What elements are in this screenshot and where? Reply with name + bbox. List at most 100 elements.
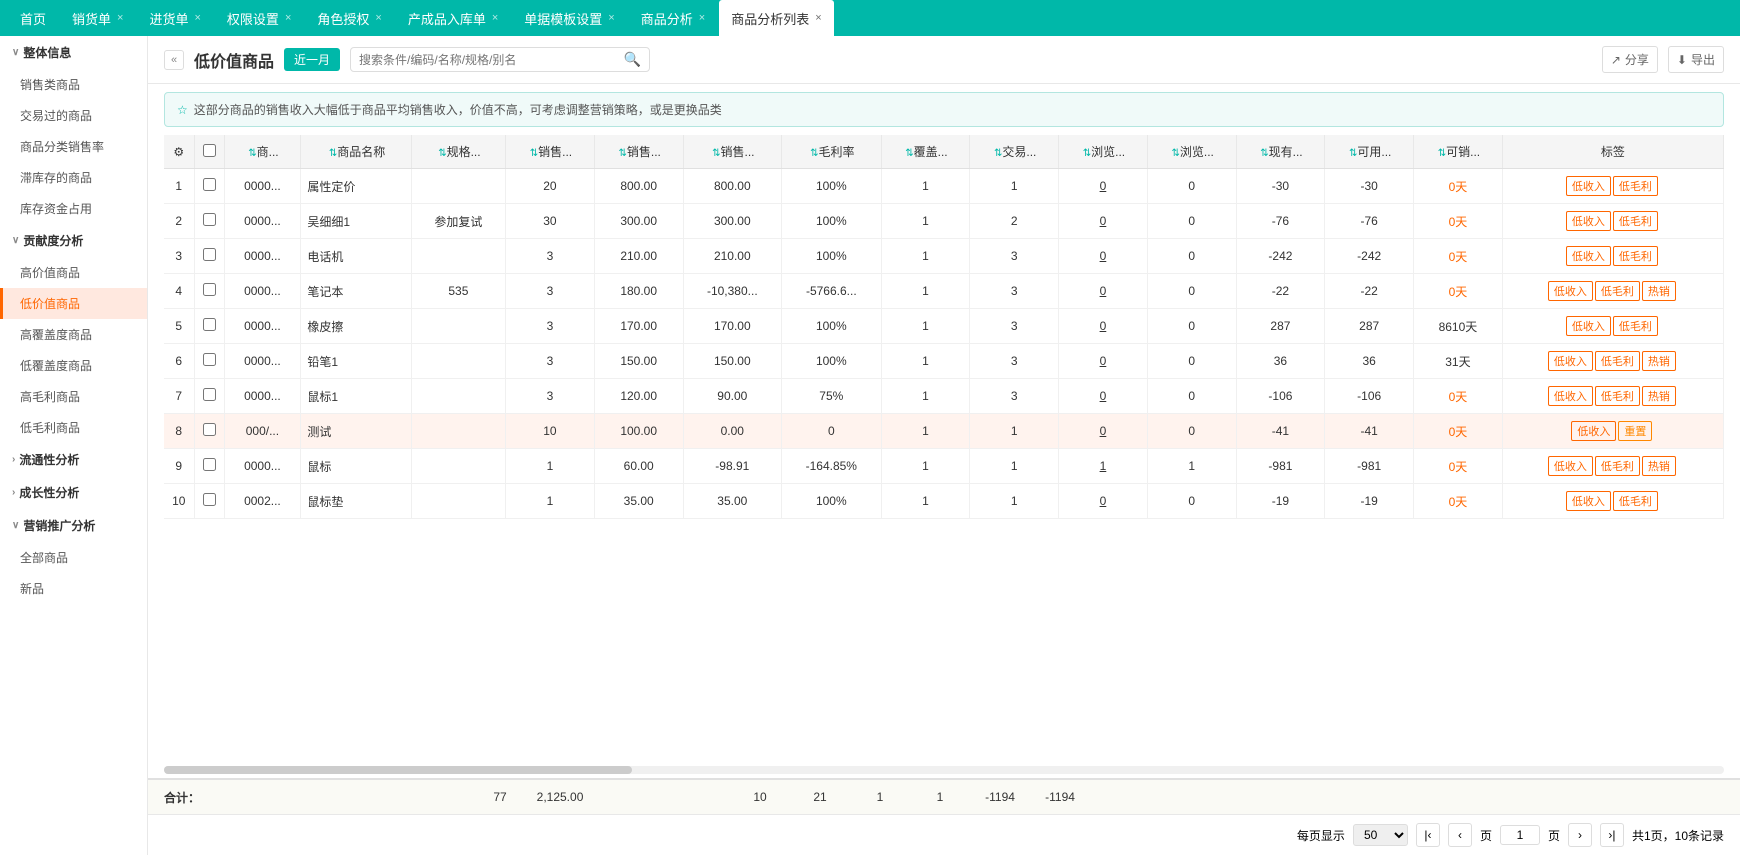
tag-badge: 热销 — [1642, 456, 1676, 476]
col-current[interactable]: ⇅现有... — [1236, 135, 1325, 169]
nav-template[interactable]: 单据模板设置 × — [512, 0, 626, 36]
row-checkbox[interactable] — [203, 318, 216, 331]
row-checkbox[interactable] — [203, 283, 216, 296]
sidebar-item-low-coverage[interactable]: 低覆盖度商品 — [0, 350, 147, 381]
cell-checkbox[interactable] — [194, 204, 224, 239]
col-tags[interactable]: 标签 — [1502, 135, 1723, 169]
cell-checkbox[interactable] — [194, 449, 224, 484]
col-sellable[interactable]: ⇅可销... — [1414, 135, 1503, 169]
cell-checkbox[interactable] — [194, 169, 224, 204]
nav-goods-analysis[interactable]: 商品分析 × — [629, 0, 717, 36]
col-gear[interactable]: ⚙ — [164, 135, 194, 169]
sidebar-group-contribution[interactable]: ∨ 贡献度分析 — [0, 224, 147, 257]
row-checkbox[interactable] — [203, 458, 216, 471]
cell-browse1[interactable]: 0 — [1059, 414, 1148, 449]
col-coverage[interactable]: ⇅覆盖... — [881, 135, 970, 169]
date-filter-button[interactable]: 近一月 — [284, 48, 340, 71]
collapse-sidebar-button[interactable]: « — [164, 50, 184, 70]
cell-no: 10 — [164, 484, 194, 519]
row-checkbox[interactable] — [203, 248, 216, 261]
cell-checkbox[interactable] — [194, 274, 224, 309]
sidebar-group-marketing[interactable]: ∨ 营销推广分析 — [0, 509, 147, 542]
cell-browse1[interactable]: 0 — [1059, 204, 1148, 239]
nav-product-stock[interactable]: 产成品入库单 × — [396, 0, 510, 36]
search-icon[interactable]: 🔍 — [624, 51, 641, 68]
first-page-button[interactable]: |‹ — [1416, 823, 1440, 847]
cell-checkbox[interactable] — [194, 344, 224, 379]
cell-checkbox[interactable] — [194, 484, 224, 519]
prev-page-button[interactable]: ‹ — [1448, 823, 1472, 847]
cell-browse1[interactable]: 0 — [1059, 344, 1148, 379]
cell-browse1[interactable]: 1 — [1059, 449, 1148, 484]
close-icon[interactable]: × — [608, 12, 614, 24]
close-icon[interactable]: × — [117, 12, 123, 24]
row-checkbox[interactable] — [203, 353, 216, 366]
close-icon[interactable]: × — [375, 12, 381, 24]
col-sales-qty[interactable]: ⇅销售... — [506, 135, 595, 169]
sidebar-item-slow-goods[interactable]: 滞库存的商品 — [0, 162, 147, 193]
page-size-select[interactable]: 50 100 — [1353, 824, 1408, 846]
row-checkbox[interactable] — [203, 388, 216, 401]
cell-checkbox[interactable] — [194, 379, 224, 414]
nav-role-auth[interactable]: 角色授权 × — [305, 0, 393, 36]
browse-link[interactable]: 1 — [1100, 459, 1107, 473]
sidebar-group-growth[interactable]: › 成长性分析 — [0, 476, 147, 509]
share-button[interactable]: ↗ 分享 — [1602, 46, 1658, 73]
cell-browse1[interactable]: 0 — [1059, 239, 1148, 274]
col-sales-amount[interactable]: ⇅销售... — [594, 135, 683, 169]
col-spec[interactable]: ⇅规格... — [411, 135, 505, 169]
col-sales-profit[interactable]: ⇅销售... — [683, 135, 781, 169]
cell-checkbox[interactable] — [194, 414, 224, 449]
col-browse1[interactable]: ⇅浏览... — [1059, 135, 1148, 169]
select-all-checkbox[interactable] — [203, 144, 216, 157]
cell-browse1[interactable]: 0 — [1059, 379, 1148, 414]
nav-purchase[interactable]: 进货单 × — [137, 0, 212, 36]
col-available[interactable]: ⇅可用... — [1325, 135, 1414, 169]
col-margin[interactable]: ⇅毛利率 — [782, 135, 882, 169]
sidebar-item-traded-goods[interactable]: 交易过的商品 — [0, 100, 147, 131]
sidebar-item-sales-goods[interactable]: 销售类商品 — [0, 69, 147, 100]
scrollbar-thumb[interactable] — [164, 766, 632, 774]
sidebar-item-high-value[interactable]: 高价值商品 — [0, 257, 147, 288]
sidebar-group-liquidity[interactable]: › 流通性分析 — [0, 443, 147, 476]
sidebar-item-low-value[interactable]: 低价值商品 — [0, 288, 147, 319]
close-icon[interactable]: × — [492, 12, 498, 24]
sidebar-item-new-goods[interactable]: 新品 — [0, 573, 147, 604]
row-checkbox[interactable] — [203, 493, 216, 506]
close-icon[interactable]: × — [194, 12, 200, 24]
cell-browse1[interactable]: 0 — [1059, 484, 1148, 519]
export-button[interactable]: ⬇ 导出 — [1668, 46, 1724, 73]
col-browse2[interactable]: ⇅浏览... — [1147, 135, 1236, 169]
sidebar-item-high-coverage[interactable]: 高覆盖度商品 — [0, 319, 147, 350]
row-checkbox[interactable] — [203, 423, 216, 436]
current-page-input[interactable] — [1500, 825, 1540, 845]
close-icon[interactable]: × — [285, 12, 291, 24]
sidebar-item-category-rate[interactable]: 商品分类销售率 — [0, 131, 147, 162]
nav-goods-list[interactable]: 商品分析列表 × — [719, 0, 833, 36]
row-checkbox[interactable] — [203, 178, 216, 191]
col-checkbox[interactable] — [194, 135, 224, 169]
col-code[interactable]: ⇅商... — [224, 135, 301, 169]
horizontal-scrollbar[interactable] — [164, 766, 1724, 774]
col-trade[interactable]: ⇅交易... — [970, 135, 1059, 169]
row-checkbox[interactable] — [203, 213, 216, 226]
cell-checkbox[interactable] — [194, 239, 224, 274]
close-icon[interactable]: × — [699, 12, 705, 24]
sidebar-item-low-margin[interactable]: 低毛利商品 — [0, 412, 147, 443]
nav-home[interactable]: 首页 — [8, 0, 58, 36]
cell-checkbox[interactable] — [194, 309, 224, 344]
cell-browse1[interactable]: 0 — [1059, 169, 1148, 204]
sidebar-group-overall[interactable]: ∨ 整体信息 — [0, 36, 147, 69]
close-icon[interactable]: × — [815, 12, 821, 24]
next-page-button[interactable]: › — [1568, 823, 1592, 847]
cell-browse1[interactable]: 0 — [1059, 274, 1148, 309]
nav-permissions[interactable]: 权限设置 × — [215, 0, 303, 36]
sidebar-item-high-margin[interactable]: 高毛利商品 — [0, 381, 147, 412]
nav-sales[interactable]: 销货单 × — [60, 0, 135, 36]
search-input[interactable] — [359, 53, 618, 67]
sidebar-item-all-goods[interactable]: 全部商品 — [0, 542, 147, 573]
col-name[interactable]: ⇅商品名称 — [301, 135, 411, 169]
last-page-button[interactable]: ›| — [1600, 823, 1624, 847]
sidebar-item-stock-capital[interactable]: 库存资金占用 — [0, 193, 147, 224]
cell-browse1[interactable]: 0 — [1059, 309, 1148, 344]
